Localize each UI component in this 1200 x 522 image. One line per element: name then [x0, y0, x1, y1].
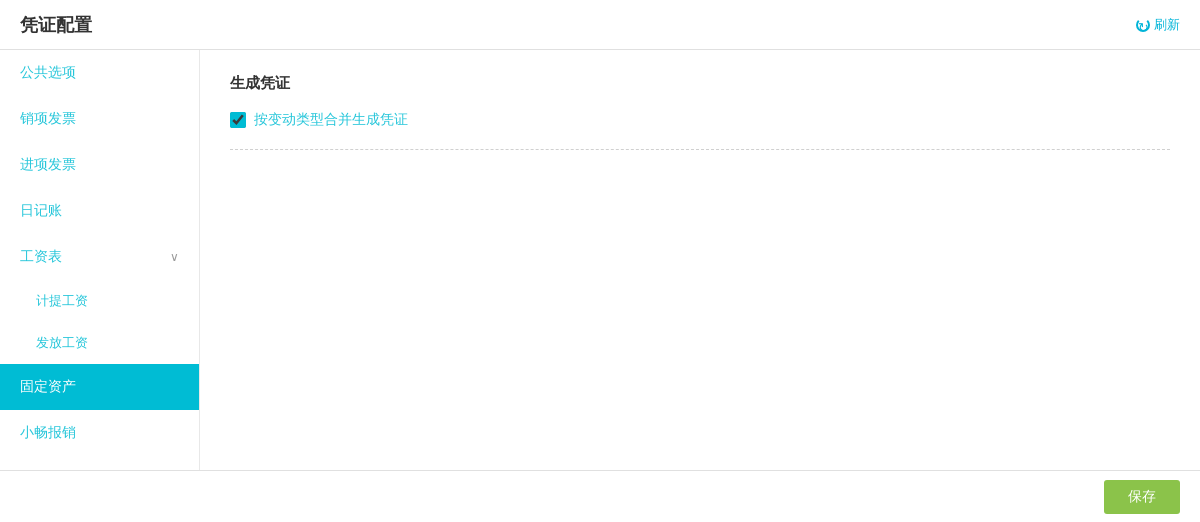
sidebar-item-sales-invoice[interactable]: 销项发票 — [0, 96, 199, 142]
sidebar-item-expense-report[interactable]: 小畅报销 — [0, 410, 199, 456]
header: 凭证配置 ↻ 刷新 — [0, 0, 1200, 50]
sidebar-item-label: 发放工资 — [36, 335, 88, 350]
divider — [230, 149, 1170, 150]
sidebar-item-label: 固定资产 — [20, 378, 76, 396]
checkbox-row: 按变动类型合并生成凭证 — [230, 111, 1170, 129]
main-content: 生成凭证 按变动类型合并生成凭证 — [200, 50, 1200, 470]
sidebar-item-payroll[interactable]: 工资表 ∨ — [0, 234, 199, 280]
sidebar-item-public-options[interactable]: 公共选项 — [0, 50, 199, 96]
sidebar-item-label: 公共选项 — [20, 64, 76, 82]
page-title: 凭证配置 — [20, 13, 92, 37]
sidebar-item-purchase-invoice[interactable]: 进项发票 — [0, 142, 199, 188]
section-title: 生成凭证 — [230, 74, 1170, 93]
sidebar-item-payroll-distribute[interactable]: 发放工资 — [0, 322, 199, 364]
sidebar-item-label: 日记账 — [20, 202, 62, 220]
sidebar-item-journal[interactable]: 日记账 — [0, 188, 199, 234]
body: 公共选项 销项发票 进项发票 日记账 工资表 ∨ 计提工资 发放工资 固定资 — [0, 50, 1200, 470]
sidebar-item-fixed-assets[interactable]: 固定资产 — [0, 364, 199, 410]
sidebar-item-label: 工资表 — [20, 248, 62, 266]
chevron-down-icon: ∨ — [170, 250, 179, 264]
sidebar-item-label: 计提工资 — [36, 293, 88, 308]
sidebar-item-label: 销项发票 — [20, 110, 76, 128]
sidebar-item-label: 进项发票 — [20, 156, 76, 174]
page-wrapper: 凭证配置 ↻ 刷新 公共选项 销项发票 进项发票 日记账 工资表 ∨ — [0, 0, 1200, 522]
merge-by-type-label[interactable]: 按变动类型合并生成凭证 — [254, 111, 408, 129]
sidebar: 公共选项 销项发票 进项发票 日记账 工资表 ∨ 计提工资 发放工资 固定资 — [0, 50, 200, 470]
sidebar-item-label: 小畅报销 — [20, 424, 76, 442]
refresh-button[interactable]: ↻ 刷新 — [1136, 16, 1180, 34]
save-button[interactable]: 保存 — [1104, 480, 1180, 514]
merge-by-type-checkbox[interactable] — [230, 112, 246, 128]
sidebar-item-payroll-accrual[interactable]: 计提工资 — [0, 280, 199, 322]
refresh-icon: ↻ — [1136, 18, 1150, 32]
refresh-label: 刷新 — [1154, 16, 1180, 34]
footer: 保存 — [0, 470, 1200, 522]
